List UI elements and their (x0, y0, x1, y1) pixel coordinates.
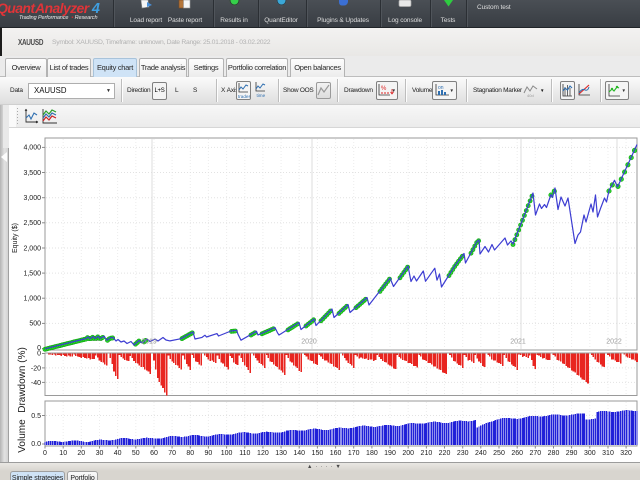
svg-text:20: 20 (77, 450, 85, 457)
svg-text:30: 30 (96, 450, 104, 457)
svg-text:200: 200 (402, 450, 414, 457)
svg-text:2,500: 2,500 (23, 220, 41, 227)
svg-text:230: 230 (457, 450, 469, 457)
svg-text:Volume: Volume (17, 419, 28, 453)
svg-text:40: 40 (114, 450, 122, 457)
svg-text:40d: 40d (527, 93, 534, 98)
svg-text:3,000: 3,000 (23, 195, 41, 202)
svg-text:70: 70 (168, 450, 176, 457)
svg-text:90: 90 (205, 450, 213, 457)
svg-text:260: 260 (511, 450, 523, 457)
svg-text:trades: trades (238, 94, 250, 99)
svg-text:290: 290 (566, 450, 578, 457)
svg-text:140: 140 (293, 450, 305, 457)
svg-text:60: 60 (150, 450, 158, 457)
svg-text:110: 110 (239, 450, 250, 457)
svg-text:310: 310 (602, 450, 614, 457)
svg-text:320: 320 (620, 450, 632, 457)
svg-text:1,500: 1,500 (23, 270, 41, 277)
svg-text:2,000: 2,000 (23, 245, 41, 252)
svg-text:220: 220 (439, 450, 451, 457)
svg-text:180: 180 (366, 450, 378, 457)
svg-text:500: 500 (29, 321, 41, 328)
svg-text:210: 210 (421, 450, 433, 457)
svg-text:Drawdown (%): Drawdown (%) (17, 347, 28, 413)
svg-text:0: 0 (37, 351, 41, 358)
svg-text:300: 300 (584, 450, 596, 457)
svg-text:2020: 2020 (301, 339, 317, 346)
svg-text:240: 240 (475, 450, 487, 457)
svg-text:-20: -20 (31, 365, 41, 372)
svg-text:150: 150 (312, 450, 324, 457)
svg-text:130: 130 (275, 450, 287, 457)
svg-text:50: 50 (132, 450, 140, 457)
svg-text:3,500: 3,500 (23, 170, 41, 177)
svg-text:0: 0 (43, 450, 47, 457)
svg-text:4,000: 4,000 (23, 145, 41, 152)
svg-text:2021: 2021 (510, 339, 526, 346)
svg-text:%: % (381, 86, 387, 92)
svg-text:160: 160 (330, 450, 342, 457)
svg-text:2019: 2019 (141, 339, 157, 346)
svg-text:10: 10 (59, 450, 67, 457)
svg-text:80: 80 (186, 450, 194, 457)
svg-text:time: time (257, 93, 266, 98)
svg-text:1,000: 1,000 (23, 296, 41, 303)
svg-text:-40: -40 (31, 380, 41, 387)
svg-text:0.0: 0.0 (31, 441, 41, 448)
svg-text:170: 170 (348, 450, 360, 457)
svg-text:Equity ($): Equity ($) (12, 223, 19, 253)
svg-text:120: 120 (257, 450, 269, 457)
svg-text:190: 190 (384, 450, 396, 457)
svg-text:0.5: 0.5 (31, 413, 41, 420)
svg-text:250: 250 (493, 450, 505, 457)
svg-text:100: 100 (221, 450, 233, 457)
svg-text:280: 280 (548, 450, 560, 457)
svg-text:2022: 2022 (606, 339, 622, 346)
svg-text:270: 270 (529, 450, 541, 457)
